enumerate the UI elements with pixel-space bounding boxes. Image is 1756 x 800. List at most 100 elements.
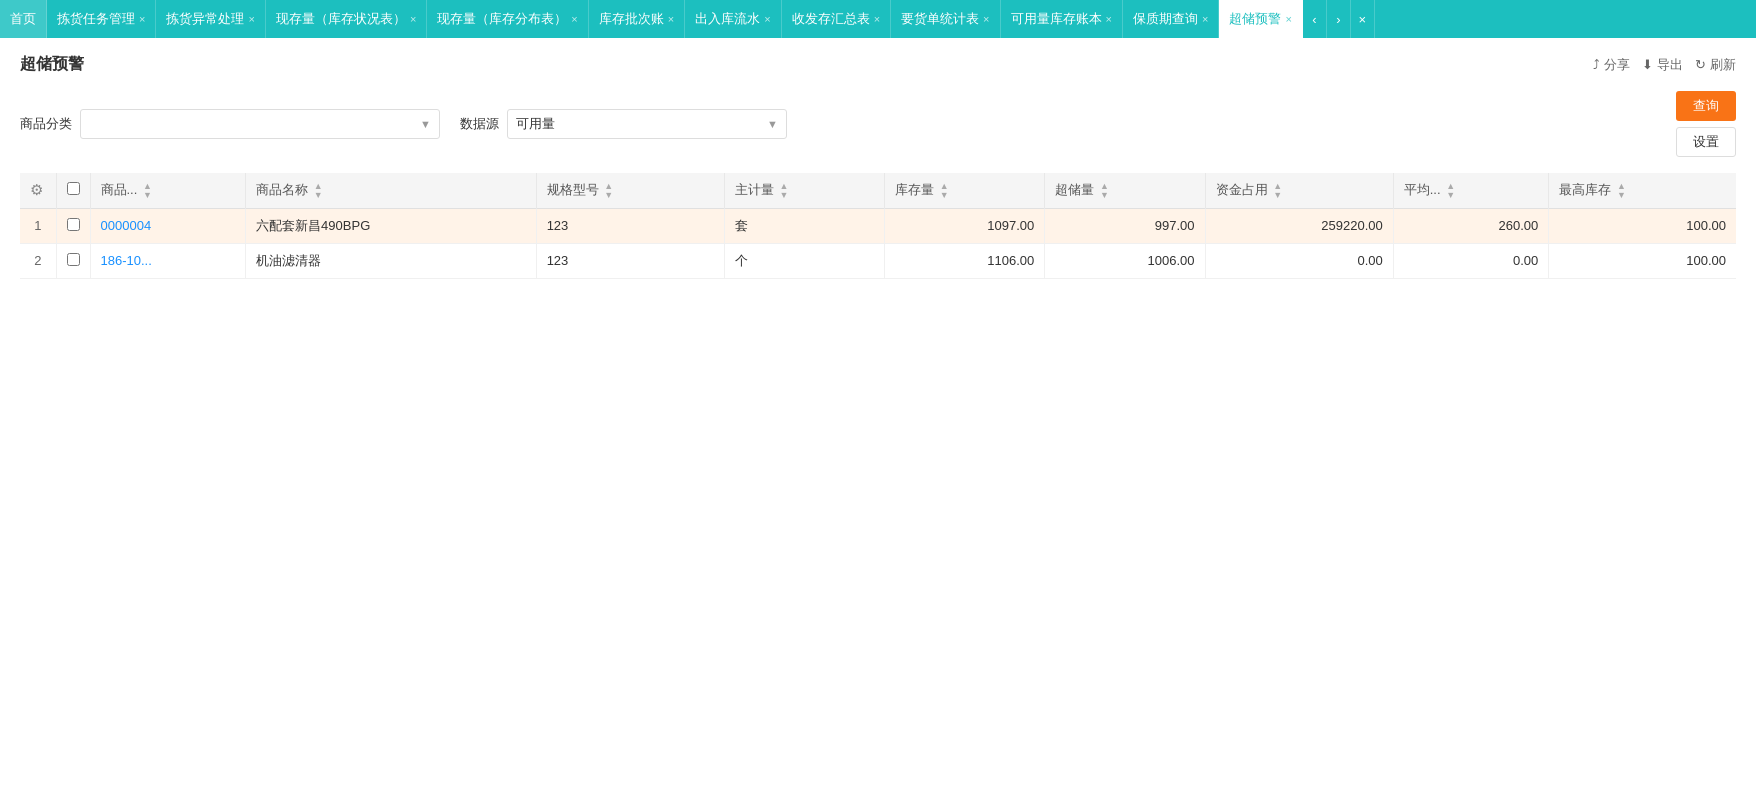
th-avg[interactable]: 平均... ▲▼ [1393, 173, 1549, 208]
tab-batch[interactable]: 库存批次账 × [589, 0, 685, 38]
row1-num: 1 [20, 208, 56, 243]
th-checkbox [56, 173, 90, 208]
row1-overstock: 997.00 [1045, 208, 1205, 243]
tab-stock-dist[interactable]: 现存量（库存分布表） × [427, 0, 588, 38]
row2-checkbox[interactable] [67, 253, 80, 266]
th-overstock-label: 超储量 [1055, 182, 1094, 197]
th-settings: ⚙ [20, 173, 56, 208]
refresh-label: 刷新 [1710, 56, 1736, 74]
row2-spec: 123 [536, 243, 724, 278]
row2-code[interactable]: 186-10... [90, 243, 246, 278]
tab-stock-status[interactable]: 现存量（库存状况表） × [266, 0, 427, 38]
close-tab-task-mgmt[interactable]: × [139, 13, 145, 25]
tab-order-stat-label: 要货单统计表 [901, 10, 979, 28]
settings-icon[interactable]: ⚙ [30, 181, 43, 198]
refresh-button[interactable]: ↻ 刷新 [1695, 56, 1736, 74]
table-row: 2 186-10... 机油滤清器 123 个 1106.00 1006.00 … [20, 243, 1736, 278]
filter-row: 商品分类 ▼ 数据源 可用量 ▼ 查询 设置 [20, 91, 1736, 157]
page-title: 超储预警 [20, 54, 84, 75]
share-button[interactable]: ⤴ 分享 [1593, 56, 1630, 74]
th-avg-label: 平均... [1404, 182, 1441, 197]
tab-overstock[interactable]: 超储预警 × [1219, 0, 1302, 38]
sort-stock-icon: ▲▼ [940, 182, 949, 200]
close-tab-overstock[interactable]: × [1285, 13, 1291, 25]
nav-prev-arrow[interactable]: ‹ [1303, 0, 1327, 38]
close-tab-exception[interactable]: × [248, 13, 254, 25]
tab-exception-label: 拣货异常处理 [166, 10, 244, 28]
row2-name: 机油滤清器 [246, 243, 537, 278]
close-tab-stock-status[interactable]: × [410, 13, 416, 25]
sort-name-icon: ▲▼ [314, 182, 323, 200]
th-name[interactable]: 商品名称 ▲▼ [246, 173, 537, 208]
th-max-stock[interactable]: 最高库存 ▲▼ [1549, 173, 1736, 208]
tab-home-label: 首页 [10, 10, 36, 28]
close-tab-flow[interactable]: × [764, 13, 770, 25]
row1-code[interactable]: 0000004 [90, 208, 246, 243]
table-header-row: ⚙ 商品... ▲▼ 商品名称 ▲▼ 规格型号 ▲▼ 主计 [20, 173, 1736, 208]
select-all-checkbox[interactable] [67, 182, 80, 195]
th-overstock[interactable]: 超储量 ▲▼ [1045, 173, 1205, 208]
export-label: 导出 [1657, 56, 1683, 74]
sort-capital-icon: ▲▼ [1273, 182, 1282, 200]
close-tab-quality[interactable]: × [1202, 13, 1208, 25]
tab-stock-dist-label: 现存量（库存分布表） [437, 10, 567, 28]
tab-collect[interactable]: 收发存汇总表 × [782, 0, 891, 38]
row1-avg: 260.00 [1393, 208, 1549, 243]
sort-spec-icon: ▲▼ [604, 182, 613, 200]
tab-flow[interactable]: 出入库流水 × [685, 0, 781, 38]
category-dropdown-icon: ▼ [420, 118, 431, 130]
tab-order-stat[interactable]: 要货单统计表 × [891, 0, 1000, 38]
page-content: 超储预警 ⤴ 分享 ⬇ 导出 ↻ 刷新 商品分类 ▼ 数据源 [0, 38, 1756, 295]
sort-max-stock-icon: ▲▼ [1617, 182, 1626, 200]
row2-num: 2 [20, 243, 56, 278]
row1-checkbox[interactable] [67, 218, 80, 231]
close-tab-collect[interactable]: × [874, 13, 880, 25]
th-capital-label: 资金占用 [1216, 182, 1268, 197]
th-stock[interactable]: 库存量 ▲▼ [885, 173, 1045, 208]
share-label: 分享 [1604, 56, 1630, 74]
header-actions: ⤴ 分享 ⬇ 导出 ↻ 刷新 [1593, 56, 1736, 74]
nav-next-arrow[interactable]: › [1327, 0, 1351, 38]
row2-overstock: 1006.00 [1045, 243, 1205, 278]
query-button[interactable]: 查询 [1676, 91, 1736, 121]
category-filter: 商品分类 ▼ [20, 109, 440, 139]
tab-collect-label: 收发存汇总表 [792, 10, 870, 28]
top-navigation: 首页 拣货任务管理 × 拣货异常处理 × 现存量（库存状况表） × 现存量（库存… [0, 0, 1756, 38]
sort-overstock-icon: ▲▼ [1100, 182, 1109, 200]
sort-avg-icon: ▲▼ [1446, 182, 1455, 200]
page-header: 超储预警 ⤴ 分享 ⬇ 导出 ↻ 刷新 [20, 54, 1736, 75]
row2-checkbox-cell [56, 243, 90, 278]
tab-home[interactable]: 首页 [0, 0, 47, 38]
th-spec-label: 规格型号 [547, 182, 599, 197]
tab-quality[interactable]: 保质期查询 × [1123, 0, 1219, 38]
export-button[interactable]: ⬇ 导出 [1642, 56, 1683, 74]
table-body: 1 0000004 六配套新昌490BPG 123 套 1097.00 997.… [20, 208, 1736, 278]
th-capital[interactable]: 资金占用 ▲▼ [1205, 173, 1393, 208]
th-code-label: 商品... [101, 182, 138, 197]
close-tab-avail-stock[interactable]: × [1106, 13, 1112, 25]
setting-button[interactable]: 设置 [1676, 127, 1736, 157]
row1-capital: 259220.00 [1205, 208, 1393, 243]
nav-more-arrow[interactable]: × [1351, 0, 1375, 38]
tab-flow-label: 出入库流水 [695, 10, 760, 28]
datasource-select[interactable]: 可用量 ▼ [507, 109, 787, 139]
row1-max-stock: 100.00 [1549, 208, 1736, 243]
row2-stock: 1106.00 [885, 243, 1045, 278]
close-tab-stock-dist[interactable]: × [571, 13, 577, 25]
tab-avail-stock[interactable]: 可用量库存账本 × [1001, 0, 1123, 38]
row1-unit: 套 [724, 208, 884, 243]
th-code[interactable]: 商品... ▲▼ [90, 173, 246, 208]
tab-task-mgmt[interactable]: 拣货任务管理 × [47, 0, 156, 38]
export-icon: ⬇ [1642, 57, 1653, 72]
sort-unit-icon: ▲▼ [779, 182, 788, 200]
th-unit[interactable]: 主计量 ▲▼ [724, 173, 884, 208]
close-tab-order-stat[interactable]: × [983, 13, 989, 25]
row2-avg: 0.00 [1393, 243, 1549, 278]
th-spec[interactable]: 规格型号 ▲▼ [536, 173, 724, 208]
row2-max-stock: 100.00 [1549, 243, 1736, 278]
close-tab-batch[interactable]: × [668, 13, 674, 25]
datasource-dropdown-icon: ▼ [767, 118, 778, 130]
tab-exception[interactable]: 拣货异常处理 × [156, 0, 265, 38]
category-select[interactable]: ▼ [80, 109, 440, 139]
row1-stock: 1097.00 [885, 208, 1045, 243]
